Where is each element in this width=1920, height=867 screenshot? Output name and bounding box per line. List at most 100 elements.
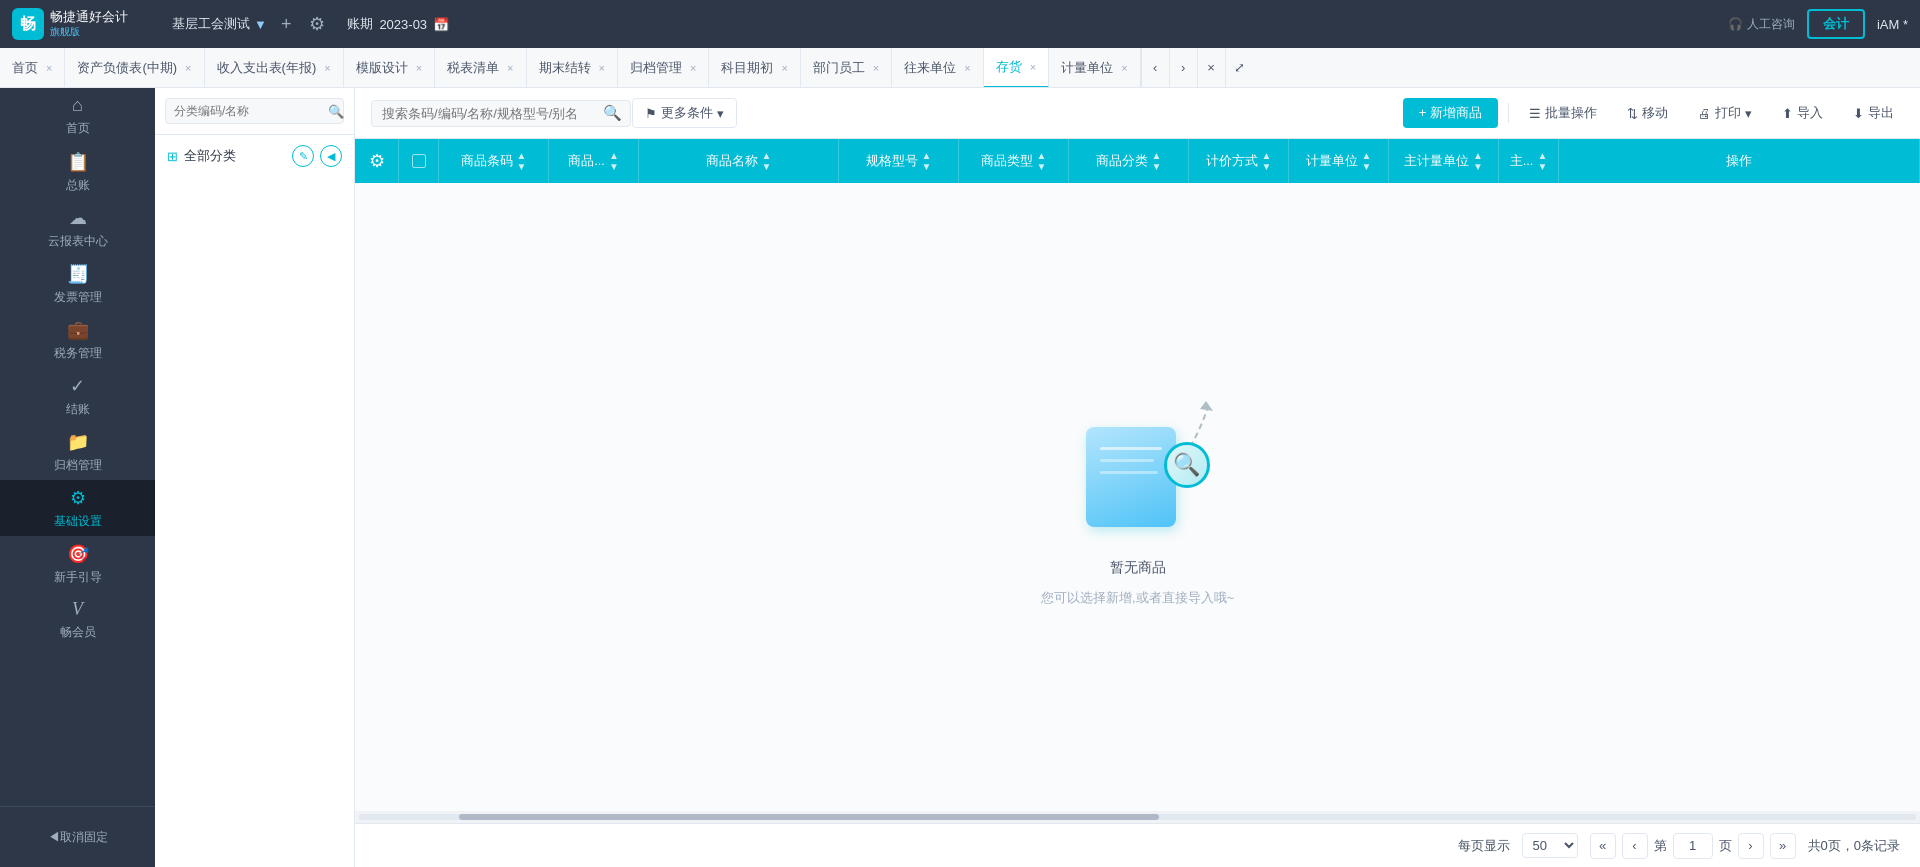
sort-icon[interactable]: ▲▼ (609, 151, 619, 172)
select-all-checkbox[interactable] (412, 154, 426, 168)
th-extra[interactable]: 主... ▲▼ (1499, 139, 1559, 183)
tab-balance[interactable]: 资产负债表(中期) × (65, 48, 204, 88)
sidebar-item-member[interactable]: V 畅会员 (0, 592, 155, 648)
sidebar-item-invoice[interactable]: 🧾 发票管理 (0, 256, 155, 312)
sidebar-item-settings[interactable]: ⚙ 基础设置 (0, 480, 155, 536)
logo-text: 畅捷通好会计 (50, 9, 128, 25)
th-checkbox[interactable] (399, 139, 439, 183)
tab-template[interactable]: 模版设计 × (344, 48, 435, 88)
kuaiji-button[interactable]: 会计 (1807, 9, 1865, 39)
tabs-close-all-button[interactable]: × (1197, 48, 1225, 88)
sidebar-item-close[interactable]: ✓ 结账 (0, 368, 155, 424)
th-settings[interactable]: ⚙ (355, 139, 399, 183)
sidebar-item-tax[interactable]: 💼 税务管理 (0, 312, 155, 368)
tab-subject[interactable]: 科目期初 × (709, 48, 800, 88)
more-filter-button[interactable]: ⚑ 更多条件 ▾ (632, 98, 737, 128)
tab-contacts[interactable]: 往来单位 × (892, 48, 983, 88)
page-prev-button[interactable]: ‹ (1622, 833, 1648, 859)
consulting-button[interactable]: 🎧 人工咨询 (1728, 16, 1795, 33)
tab-income[interactable]: 收入支出表(年报) × (205, 48, 344, 88)
tab-close-icon[interactable]: × (46, 62, 52, 74)
tab-close-icon[interactable]: × (599, 62, 605, 74)
tab-inventory[interactable]: 存货 × (984, 48, 1049, 88)
tabs-bar: 首页 × 资产负债表(中期) × 收入支出表(年报) × 模版设计 × 税表清单… (0, 48, 1920, 88)
collapse-panel-button[interactable]: ◀ (320, 145, 342, 167)
tab-period-close[interactable]: 期末结转 × (527, 48, 618, 88)
sort-icon[interactable]: ▲▼ (517, 151, 527, 172)
page-next-button[interactable]: › (1738, 833, 1764, 859)
sidebar-item-guide[interactable]: 🎯 新手引导 (0, 536, 155, 592)
sort-icon[interactable]: ▲▼ (1362, 151, 1372, 172)
tab-close-icon[interactable]: × (781, 62, 787, 74)
add-tab-button[interactable]: + (277, 10, 296, 39)
tab-dept[interactable]: 部门员工 × (801, 48, 892, 88)
left-panel-header: ⊞ 全部分类 ✎ ◀ (155, 135, 354, 177)
sidebar-item-cloud[interactable]: ☁ 云报表中心 (0, 200, 155, 256)
th-spec[interactable]: 规格型号 ▲▼ (839, 139, 959, 183)
th-category[interactable]: 商品分类 ▲▼ (1069, 139, 1189, 183)
tab-close-icon[interactable]: × (873, 62, 879, 74)
tab-close-icon[interactable]: × (1121, 62, 1127, 74)
add-goods-button[interactable]: + 新增商品 (1403, 98, 1498, 128)
print-button[interactable]: 🖨 打印 ▾ (1688, 99, 1762, 127)
gear-icon: ⚙ (70, 487, 86, 509)
company-selector[interactable]: 基层工会测试 ▼ (172, 15, 267, 33)
sort-icon[interactable]: ▲▼ (1152, 151, 1162, 172)
sort-icon[interactable]: ▲▼ (762, 151, 772, 172)
import-button[interactable]: ⬆ 导入 (1772, 99, 1833, 127)
th-price-method[interactable]: 计价方式 ▲▼ (1189, 139, 1289, 183)
ledger-icon: 📋 (67, 151, 89, 173)
sort-icon[interactable]: ▲▼ (1262, 151, 1272, 172)
tab-archive[interactable]: 归档管理 × (618, 48, 709, 88)
tab-close-icon[interactable]: × (416, 62, 422, 74)
empty-subtitle: 您可以选择新增,或者直接导入哦~ (1041, 589, 1234, 607)
sidebar-item-home[interactable]: ⌂ 首页 (0, 88, 155, 144)
tab-close-icon[interactable]: × (1030, 61, 1036, 73)
scroll-thumb[interactable] (459, 814, 1159, 820)
tab-tax[interactable]: 税表清单 × (435, 48, 526, 88)
cancel-fixed-button[interactable]: ◀取消固定 (0, 819, 155, 855)
batch-action-button[interactable]: ☰ 批量操作 (1519, 99, 1607, 127)
tab-unit[interactable]: 计量单位 × (1049, 48, 1140, 88)
import-icon: ⬆ (1782, 106, 1793, 121)
sidebar-item-archive[interactable]: 📁 归档管理 (0, 424, 155, 480)
horizontal-scrollbar[interactable] (355, 811, 1920, 823)
th-main-unit[interactable]: 主计量单位 ▲▼ (1389, 139, 1499, 183)
tab-close-icon[interactable]: × (690, 62, 696, 74)
page-last-button[interactable]: » (1770, 833, 1796, 859)
page-first-button[interactable]: « (1590, 833, 1616, 859)
filter-chevron-icon: ▾ (717, 106, 724, 121)
tabs-next-button[interactable]: › (1169, 48, 1197, 88)
move-button[interactable]: ⇅ 移动 (1617, 99, 1678, 127)
tab-close-icon[interactable]: × (507, 62, 513, 74)
tabs-prev-button[interactable]: ‹ (1141, 48, 1169, 88)
table-header: ⚙ 商品条码 ▲▼ 商品... ▲▼ (355, 139, 1920, 183)
tab-close-icon[interactable]: × (964, 62, 970, 74)
goods-search-icon[interactable]: 🔍 (603, 104, 622, 122)
th-unit[interactable]: 计量单位 ▲▼ (1289, 139, 1389, 183)
sort-icon[interactable]: ▲▼ (1473, 151, 1483, 172)
sort-icon[interactable]: ▲▼ (1037, 151, 1047, 172)
category-search-input[interactable] (165, 98, 344, 124)
tab-close-icon[interactable]: × (185, 62, 191, 74)
settings-icon[interactable]: ⚙ (305, 9, 329, 39)
edit-category-button[interactable]: ✎ (292, 145, 314, 167)
category-search-icon[interactable]: 🔍 (328, 104, 344, 119)
th-barcode[interactable]: 商品条码 ▲▼ (439, 139, 549, 183)
sort-icon[interactable]: ▲▼ (1537, 151, 1547, 172)
sort-icon[interactable]: ▲▼ (922, 151, 932, 172)
th-name[interactable]: 商品名称 ▲▼ (639, 139, 839, 183)
page-number-input[interactable] (1673, 833, 1713, 859)
search-field-wrap: 🔍 (371, 100, 622, 127)
goods-search-input[interactable] (371, 100, 631, 127)
filter-icon: ⚑ (645, 106, 657, 121)
page-size-select[interactable]: 50 10 20 100 (1522, 833, 1578, 858)
calendar-icon[interactable]: 📅 (433, 17, 449, 32)
tab-close-icon[interactable]: × (324, 62, 330, 74)
tab-home[interactable]: 首页 × (0, 48, 65, 88)
export-button[interactable]: ⬇ 导出 (1843, 99, 1904, 127)
sidebar-item-ledger[interactable]: 📋 总账 (0, 144, 155, 200)
tabs-expand-button[interactable]: ⤢ (1225, 48, 1253, 88)
th-type[interactable]: 商品类型 ▲▼ (959, 139, 1069, 183)
th-code[interactable]: 商品... ▲▼ (549, 139, 639, 183)
